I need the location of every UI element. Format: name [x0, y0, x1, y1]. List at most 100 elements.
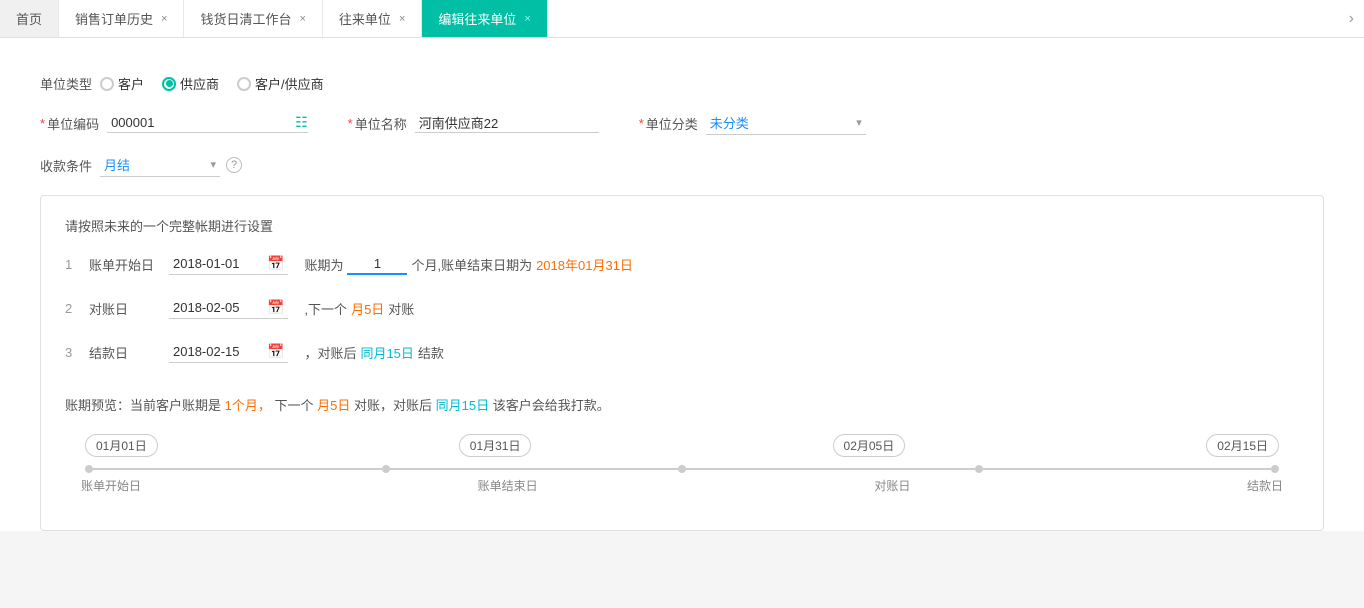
- radio-supplier-circle: [162, 77, 176, 91]
- unit-category-arrow: ▾: [856, 116, 862, 129]
- preview-period: 1个月，: [225, 398, 271, 413]
- unit-type-row: 单位类型 客户 供应商 客户/供应商: [40, 74, 1324, 93]
- step-suffix-comma-3: ，对账后: [304, 343, 356, 362]
- timeline-labels-row: 账单开始日 账单结束日 对账日 结款日: [65, 473, 1299, 494]
- period-input[interactable]: [347, 254, 407, 275]
- timeline-dot-3: [975, 465, 983, 473]
- step-row-3: 3 结款日 📅 ，对账后 同月15日 结款: [65, 341, 1299, 363]
- timeline-label-2: 账单结束日: [478, 477, 538, 494]
- step-highlight-1: 2018年01月31日: [536, 255, 633, 274]
- step-suffix-comma-2: ,下一个: [304, 299, 347, 318]
- unit-category-value: 未分类: [710, 113, 852, 132]
- unit-type-label: 单位类型: [40, 74, 92, 93]
- timeline-node-2: 01月31日: [459, 434, 532, 461]
- preview-label: 账期预览：当前客户账期是: [65, 398, 221, 413]
- step-label-3: 结款日: [89, 343, 169, 362]
- tab-edit-partner[interactable]: 编辑往来单位 ×: [422, 0, 547, 37]
- preview-text: 账期预览：当前客户账期是 1个月， 下一个 月5日 对账，对账后 同月15日 该…: [65, 385, 1299, 414]
- unit-category-required: *: [639, 116, 644, 131]
- tab-cash-work-close[interactable]: ×: [299, 13, 305, 25]
- step-suffix-highlight-2: 月5日: [351, 299, 384, 318]
- timeline-node-1: 01月01日: [85, 434, 158, 461]
- step-num-2: 2: [65, 301, 89, 316]
- unit-fields-row: * 单位编码 ☷ * 单位名称 * 单位分类 未分类 ▾: [40, 111, 1324, 135]
- tab-cash-work[interactable]: 钱货日清工作台 ×: [184, 0, 322, 37]
- timeline-section: 01月01日 01月31日 02月05日 02月15日: [65, 434, 1299, 510]
- step-label-1: 账单开始日: [89, 255, 169, 274]
- tab-home[interactable]: 首页: [0, 0, 59, 37]
- unit-category-dropdown[interactable]: 未分类 ▾: [706, 111, 866, 135]
- unit-code-input-wrapper: ☷: [107, 113, 308, 133]
- panel-title: 请按照未来的一个完整帐期进行设置: [65, 216, 1299, 235]
- step-suffix-end-3: 结款: [418, 343, 444, 362]
- timeline-label-4: 结款日: [1247, 477, 1283, 494]
- step-date-icon-1[interactable]: 📅: [267, 255, 284, 272]
- settings-panel: 请按照未来的一个完整帐期进行设置 1 账单开始日 📅 账期为 个月,账单结束日期…: [40, 195, 1324, 531]
- unit-code-input[interactable]: [107, 113, 291, 132]
- step-label-2: 对账日: [89, 299, 169, 318]
- unit-name-required: *: [348, 116, 353, 131]
- tabs-bar: 首页 销售订单历史 × 钱货日清工作台 × 往来单位 × 编辑往来单位 × ›: [0, 0, 1364, 38]
- unit-code-icon[interactable]: ☷: [295, 114, 308, 131]
- unit-type-radio-group: 客户 供应商 客户/供应商: [100, 74, 324, 93]
- timeline-dot-1: [382, 465, 390, 473]
- timeline-badge-1: 01月01日: [85, 434, 158, 457]
- step-date-icon-3[interactable]: 📅: [267, 343, 284, 360]
- unit-category-label: 单位分类: [646, 114, 698, 133]
- tabs-expand-button[interactable]: ›: [1339, 0, 1364, 37]
- radio-customer[interactable]: 客户: [100, 74, 144, 93]
- payment-terms-arrow: ▾: [210, 158, 216, 171]
- step-date-input-1[interactable]: [173, 256, 263, 271]
- preview-reconcile: 月5日: [317, 398, 350, 413]
- step-date-3: 📅: [169, 341, 288, 363]
- unit-name-label: 单位名称: [355, 114, 407, 133]
- unit-category-group: * 单位分类 未分类 ▾: [639, 111, 866, 135]
- preview-reconcile-prefix: 下一个: [275, 398, 314, 413]
- timeline-label-1: 账单开始日: [81, 477, 141, 494]
- timeline-line-1: [93, 468, 382, 470]
- unit-code-group: * 单位编码 ☷: [40, 113, 308, 133]
- step-num-3: 3: [65, 345, 89, 360]
- tab-sales-history[interactable]: 销售订单历史 ×: [59, 0, 184, 37]
- step-row-1: 1 账单开始日 📅 账期为 个月,账单结束日期为 2018年01月31日: [65, 253, 1299, 275]
- step-date-input-3[interactable]: [173, 344, 263, 359]
- step-suffix-1: 账期为 个月,账单结束日期为 2018年01月31日: [304, 254, 632, 275]
- timeline-badge-3: 02月05日: [833, 434, 906, 457]
- timeline-badge-4: 02月15日: [1206, 434, 1279, 457]
- preview-payment: 同月15日: [436, 398, 489, 413]
- step-date-1: 📅: [169, 253, 288, 275]
- unit-code-label: 单位编码: [47, 114, 99, 133]
- unit-name-input[interactable]: [415, 113, 599, 133]
- timeline-end-dot: [1271, 465, 1279, 473]
- tab-edit-partner-close[interactable]: ×: [524, 13, 530, 25]
- payment-terms-label: 收款条件: [40, 156, 92, 175]
- radio-customer-circle: [100, 77, 114, 91]
- timeline-line-4: [983, 468, 1272, 470]
- step-row-2: 2 对账日 📅 ,下一个 月5日 对账: [65, 297, 1299, 319]
- timeline-badge-2: 01月31日: [459, 434, 532, 457]
- preview-end: 该客户会给我打款。: [493, 398, 610, 413]
- payment-terms-value: 月结: [104, 155, 206, 174]
- step-suffix-3: ，对账后 同月15日 结款: [304, 343, 444, 362]
- step-date-2: 📅: [169, 297, 288, 319]
- payment-terms-dropdown[interactable]: 月结 ▾: [100, 153, 220, 177]
- payment-terms-help[interactable]: ?: [226, 157, 242, 173]
- unit-code-required: *: [40, 116, 45, 131]
- timeline-dot-2: [678, 465, 686, 473]
- step-suffix-after-1: 个月,账单结束日期为: [411, 255, 532, 274]
- tab-partner-unit[interactable]: 往来单位 ×: [323, 0, 422, 37]
- timeline-node-4: 02月15日: [1206, 434, 1279, 461]
- timeline-badges-row: 01月01日 01月31日 02月05日 02月15日: [65, 434, 1299, 461]
- step-suffix-2: ,下一个 月5日 对账: [304, 299, 414, 318]
- timeline-line-3: [686, 468, 975, 470]
- radio-supplier[interactable]: 供应商: [162, 74, 219, 93]
- step-suffix-highlight-3: 同月15日: [360, 343, 413, 362]
- tab-sales-history-close[interactable]: ×: [161, 13, 167, 25]
- tab-partner-unit-close[interactable]: ×: [399, 13, 405, 25]
- radio-both[interactable]: 客户/供应商: [237, 74, 324, 93]
- step-date-icon-2[interactable]: 📅: [267, 299, 284, 316]
- main-content: 单位类型 客户 供应商 客户/供应商 * 单位编码 ☷: [0, 38, 1364, 531]
- step-date-input-2[interactable]: [173, 300, 263, 315]
- radio-both-circle: [237, 77, 251, 91]
- payment-terms-row: 收款条件 月结 ▾ ?: [40, 153, 1324, 177]
